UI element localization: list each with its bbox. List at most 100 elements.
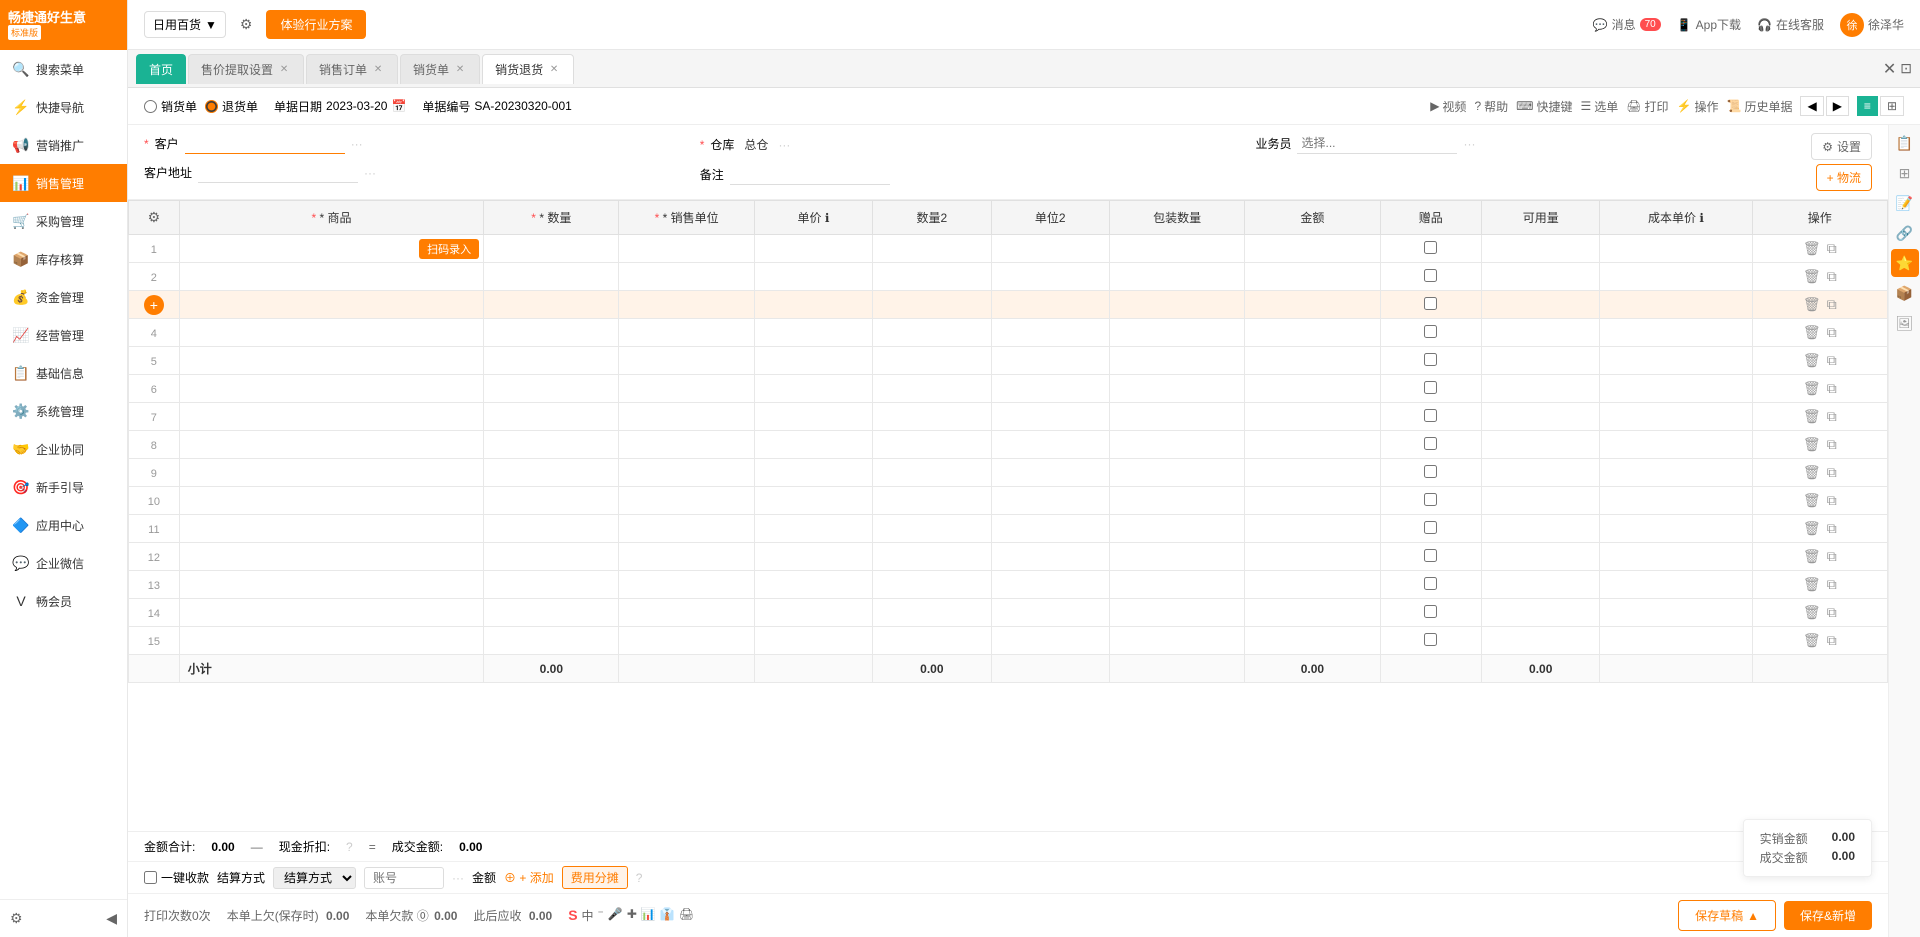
right-panel-icon-5[interactable]: ⭐ [1891,249,1919,277]
cost-cell-8[interactable] [1600,431,1752,459]
logistics-action-btn[interactable]: + 物流 [1816,164,1872,191]
gift-cell-15[interactable] [1380,627,1481,655]
avail-cell-12[interactable] [1482,543,1600,571]
avail-cell-8[interactable] [1482,431,1600,459]
one-key-payment-checkbox[interactable]: 一键收款 [144,869,209,886]
calendar-icon[interactable]: 📅 [391,99,406,113]
gift-checkbox-5[interactable] [1424,353,1437,366]
qty-cell-11[interactable] [484,515,619,543]
industry-select[interactable]: 日用百货 ▼ [144,11,226,38]
qty2-cell-12[interactable] [873,543,991,571]
qty2-cell-10[interactable] [873,487,991,515]
avail-cell-14[interactable] [1482,599,1600,627]
settings-action-btn[interactable]: ⚙ 设置 [1811,133,1872,160]
delete-icon-7[interactable]: 🗑 [1803,408,1821,425]
pack-cell-15[interactable] [1109,627,1244,655]
product-cell-5[interactable] [179,347,483,375]
delete-icon-2[interactable]: 🗑 [1803,268,1821,285]
copy-icon-15[interactable]: ⧉ [1827,632,1837,649]
unit-cell-12[interactable] [619,543,754,571]
gift-cell-11[interactable] [1380,515,1481,543]
sales-radio-label[interactable]: 销货单 [144,98,197,115]
remark-input[interactable] [730,164,890,185]
warehouse-select-btn[interactable]: ··· [778,138,790,152]
tab-home[interactable]: 首页 [136,54,186,84]
unit2-cell-9[interactable] [991,459,1109,487]
pack-cell-14[interactable] [1109,599,1244,627]
tab-close-price-settings[interactable]: ✕ [277,62,291,76]
toolbar-icon-2[interactable]: ⁻ [598,907,604,924]
gift-checkbox-7[interactable] [1424,409,1437,422]
product-cell-9[interactable] [179,459,483,487]
unit-cell-1[interactable] [619,235,754,263]
avail-cell-13[interactable] [1482,571,1600,599]
qty-cell-12[interactable] [484,543,619,571]
tab-close-sales-order[interactable]: ✕ [371,62,385,76]
sidebar-item-search[interactable]: 🔍搜索菜单 [0,50,127,88]
right-panel-icon-3[interactable]: 📝 [1891,189,1919,217]
avail-cell-2[interactable] [1482,263,1600,291]
cost-cell-7[interactable] [1600,403,1752,431]
price-cell-12[interactable] [754,543,872,571]
copy-icon-8[interactable]: ⧉ [1827,436,1837,453]
unit2-cell-12[interactable] [991,543,1109,571]
delete-icon-3[interactable]: 🗑 [1803,296,1821,313]
tab-close-sales-delivery[interactable]: ✕ [453,62,467,76]
tab-sales-order[interactable]: 销售订单✕ [306,54,398,84]
pack-cell-4[interactable] [1109,319,1244,347]
operate-btn[interactable]: ⚡ 操作 [1677,98,1719,115]
toolbar-icon-4[interactable]: ✚ [627,907,637,924]
gift-checkbox-15[interactable] [1424,633,1437,646]
amount-cell-5[interactable] [1245,347,1380,375]
sidebar-item-operation[interactable]: 📈经营管理 [0,316,127,354]
delete-icon-5[interactable]: 🗑 [1803,352,1821,369]
tab-sales-delivery[interactable]: 销货单✕ [400,54,480,84]
toolbar-icon-6[interactable]: 👔 [660,907,675,924]
product-cell-15[interactable] [179,627,483,655]
sidebar-item-sales[interactable]: 📊销售管理 [0,164,127,202]
qty2-cell-1[interactable] [873,235,991,263]
tab-price-settings[interactable]: 售价提取设置✕ [188,54,304,84]
amount-cell-2[interactable] [1245,263,1380,291]
unit2-cell-15[interactable] [991,627,1109,655]
pack-cell-8[interactable] [1109,431,1244,459]
amount-cell-12[interactable] [1245,543,1380,571]
cost-cell-2[interactable] [1600,263,1752,291]
product-cell-11[interactable] [179,515,483,543]
unit-cell-13[interactable] [619,571,754,599]
copy-icon-12[interactable]: ⧉ [1827,548,1837,565]
qty-cell-2[interactable] [484,263,619,291]
delete-icon-13[interactable]: 🗑 [1803,576,1821,593]
avail-cell-11[interactable] [1482,515,1600,543]
right-panel-icon-7[interactable]: 🖼 [1891,309,1919,337]
gift-cell-3[interactable] [1380,291,1481,319]
gift-checkbox-8[interactable] [1424,437,1437,450]
qty2-cell-4[interactable] [873,319,991,347]
cost-cell-3[interactable] [1600,291,1752,319]
cost-cell-4[interactable] [1600,319,1752,347]
product-cell-10[interactable] [179,487,483,515]
cost-cell-15[interactable] [1600,627,1752,655]
unit-cell-14[interactable] [619,599,754,627]
qty2-cell-11[interactable] [873,515,991,543]
pack-cell-9[interactable] [1109,459,1244,487]
experience-btn[interactable]: 体验行业方案 [266,10,366,39]
one-key-checkbox[interactable] [144,871,157,884]
pack-cell-6[interactable] [1109,375,1244,403]
unit2-cell-4[interactable] [991,319,1109,347]
qty2-cell-3[interactable] [873,291,991,319]
price-cell-2[interactable] [754,263,872,291]
qty2-cell-14[interactable] [873,599,991,627]
cost-cell-9[interactable] [1600,459,1752,487]
unit2-cell-1[interactable] [991,235,1109,263]
qty-cell-3[interactable] [484,291,619,319]
unit-cell-7[interactable] [619,403,754,431]
gift-checkbox-14[interactable] [1424,605,1437,618]
gift-cell-12[interactable] [1380,543,1481,571]
product-cell-6[interactable] [179,375,483,403]
amount-cell-13[interactable] [1245,571,1380,599]
pack-cell-11[interactable] [1109,515,1244,543]
cost-cell-5[interactable] [1600,347,1752,375]
product-cell-14[interactable] [179,599,483,627]
qty-cell-5[interactable] [484,347,619,375]
